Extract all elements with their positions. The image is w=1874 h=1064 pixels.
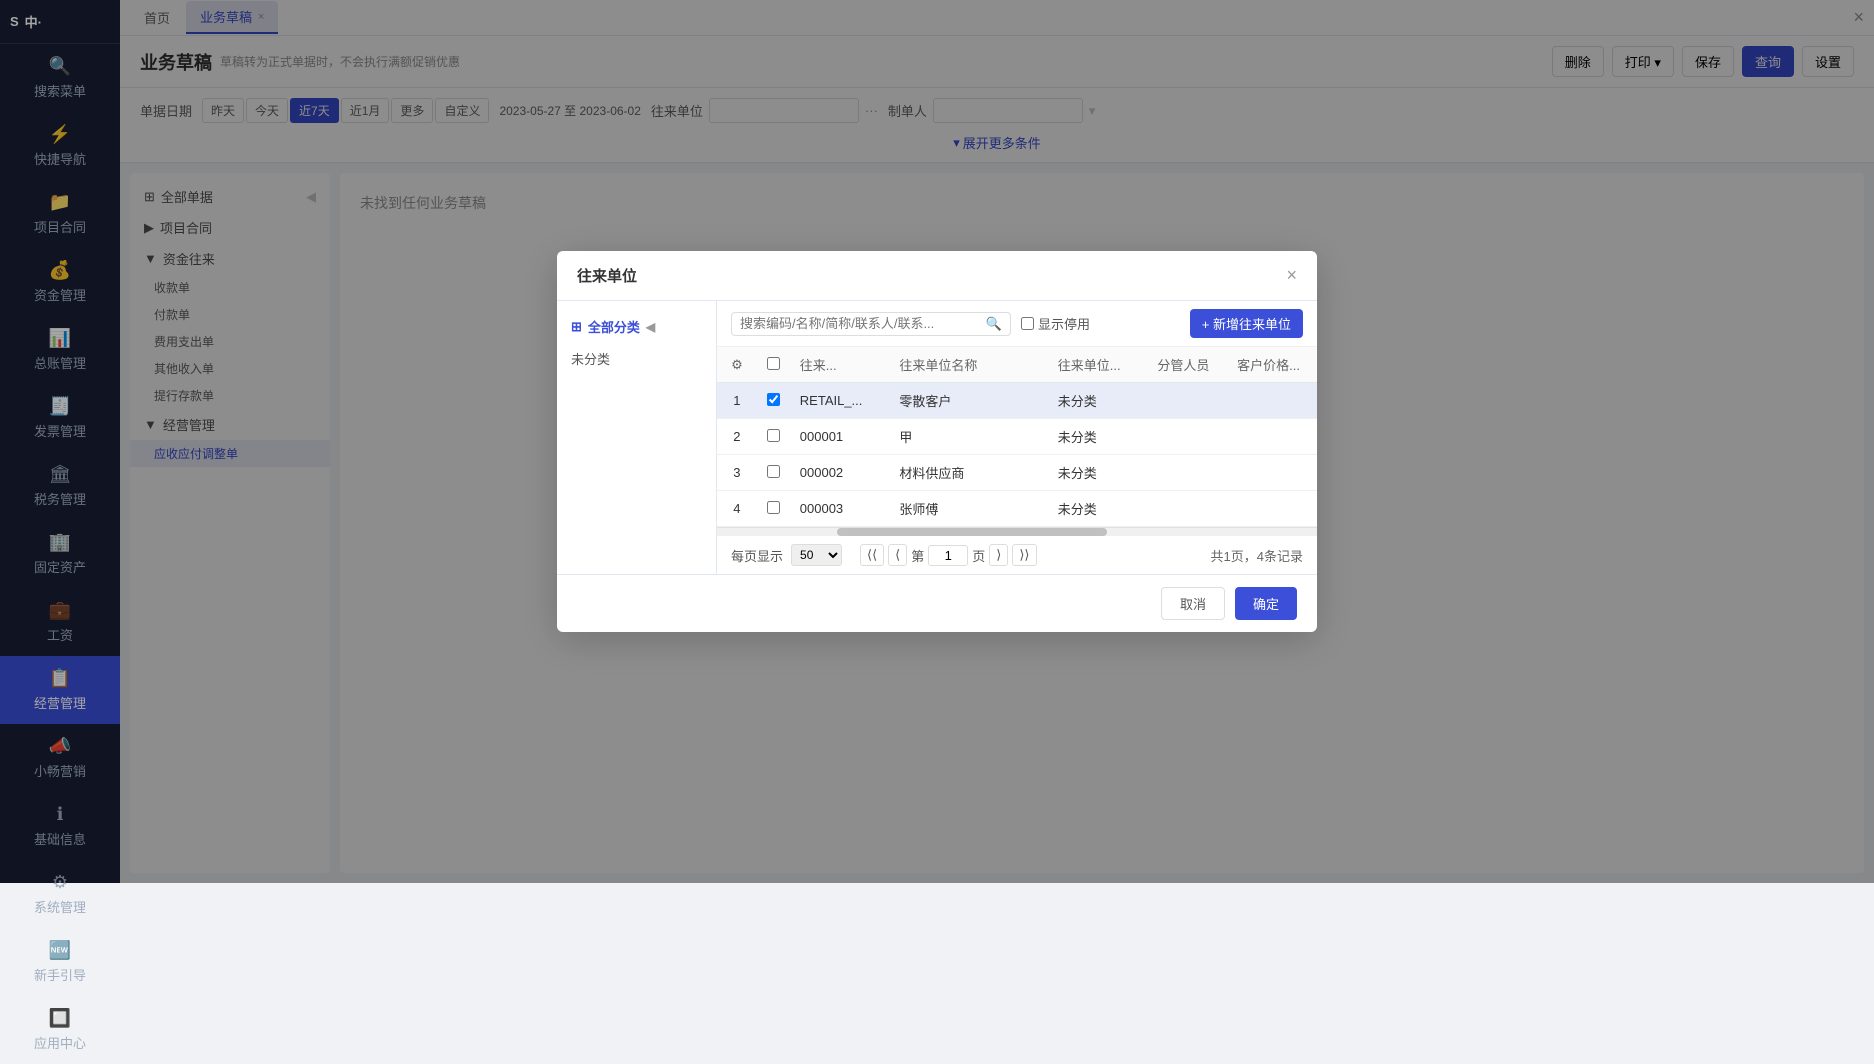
col-header-category: 往来单位...	[1048, 347, 1148, 383]
page-last-btn[interactable]: ⟩⟩	[1012, 544, 1036, 566]
col-header-code: 往来...	[790, 347, 890, 383]
row-no: 1	[717, 383, 757, 419]
row-code: 000002	[790, 455, 890, 491]
settings-icon[interactable]: ⚙	[731, 357, 743, 372]
row-code: 000003	[790, 491, 890, 527]
collapse-left-icon[interactable]: ◀	[646, 320, 655, 334]
page-nav: ⟨⟨ ⟨ 第 页 ⟩ ⟩⟩	[860, 544, 1037, 566]
row-category: 未分类	[1048, 455, 1148, 491]
modal-actions: 取消 确定	[557, 574, 1317, 632]
cancel-button[interactable]: 取消	[1161, 587, 1225, 620]
modal-left-header[interactable]: ⊞ 全部分类 ◀	[557, 311, 716, 342]
search-input[interactable]	[740, 316, 980, 331]
row-code: RETAIL_...	[790, 383, 890, 419]
col-header-check	[757, 347, 790, 383]
col-header-settings: ⚙	[717, 347, 757, 383]
sidebar-item-label: 新手引导	[34, 965, 86, 984]
row-price	[1227, 419, 1317, 455]
table-row[interactable]: 2 000001 甲 未分类	[717, 419, 1317, 455]
per-page-label: 每页显示	[731, 546, 783, 565]
table-row[interactable]: 4 000003 张师傅 未分类	[717, 491, 1317, 527]
grid-icon2: ⊞	[571, 319, 582, 335]
modal-body: ⊞ 全部分类 ◀ 未分类 🔍 显示停用	[557, 301, 1317, 574]
row-no: 4	[717, 491, 757, 527]
scrollbar-thumb[interactable]	[837, 528, 1107, 536]
sidebar-item-guide[interactable]: 🆕 新手引导	[0, 928, 120, 996]
row-person	[1147, 491, 1227, 527]
modal-table: ⚙ 往来... 往来单位名称	[717, 347, 1317, 527]
row-check[interactable]	[757, 491, 790, 527]
confirm-button[interactable]: 确定	[1235, 587, 1297, 620]
add-partner-button[interactable]: + 新增往来单位	[1190, 309, 1303, 338]
modal-left-uncategorized[interactable]: 未分类	[557, 342, 716, 375]
row-price	[1227, 383, 1317, 419]
row-person	[1147, 455, 1227, 491]
row-no: 2	[717, 419, 757, 455]
col-header-price: 客户价格...	[1227, 347, 1317, 383]
per-page-select[interactable]: 50 100	[791, 544, 842, 566]
row-person	[1147, 383, 1227, 419]
modal-left-panel: ⊞ 全部分类 ◀ 未分类	[557, 301, 717, 574]
table-scrollbar[interactable]	[717, 527, 1317, 535]
select-all-checkbox[interactable]	[767, 357, 780, 370]
page-prev-btn[interactable]: ⟨	[888, 544, 907, 566]
row-code: 000001	[790, 419, 890, 455]
sidebar-item-label: 系统管理	[34, 897, 86, 916]
modal-right-panel: 🔍 显示停用 + 新增往来单位	[717, 301, 1317, 574]
search-box[interactable]: 🔍	[731, 312, 1011, 336]
modal-overlay: 往来单位 × ⊞ 全部分类 ◀ 未分类	[0, 0, 1874, 883]
page-unit: 页	[972, 546, 985, 565]
row-name: 零散客户	[889, 383, 1047, 419]
row-check[interactable]	[757, 419, 790, 455]
modal-header: 往来单位 ×	[557, 251, 1317, 301]
page-total: 共1页，4条记录	[1211, 546, 1303, 565]
row-person	[1147, 419, 1227, 455]
page-label: 第	[911, 546, 924, 565]
modal-title: 往来单位	[577, 265, 637, 286]
row-name: 材料供应商	[889, 455, 1047, 491]
modal-toolbar: 🔍 显示停用 + 新增往来单位	[717, 301, 1317, 347]
table-header-row: ⚙ 往来... 往来单位名称	[717, 347, 1317, 383]
page-first-btn[interactable]: ⟨⟨	[860, 544, 884, 566]
row-category: 未分类	[1048, 419, 1148, 455]
show-disabled-checkbox[interactable]: 显示停用	[1021, 314, 1090, 333]
table-row[interactable]: 1 RETAIL_... 零散客户 未分类	[717, 383, 1317, 419]
row-no: 3	[717, 455, 757, 491]
col-header-person: 分管人员	[1147, 347, 1227, 383]
row-price	[1227, 491, 1317, 527]
row-category: 未分类	[1048, 491, 1148, 527]
modal-pagination: 每页显示 50 100 ⟨⟨ ⟨ 第 页 ⟩ ⟩⟩ 共1页，4条记录	[717, 535, 1317, 574]
row-name: 甲	[889, 419, 1047, 455]
page-number-input[interactable]	[928, 545, 968, 566]
table-row[interactable]: 3 000002 材料供应商 未分类	[717, 455, 1317, 491]
col-header-name: 往来单位名称	[889, 347, 1047, 383]
apps-icon: 🔲	[49, 1008, 71, 1029]
sidebar-item-label: 应用中心	[34, 1033, 86, 1052]
partner-table: ⚙ 往来... 往来单位名称	[717, 347, 1317, 527]
guide-icon: 🆕	[49, 940, 71, 961]
search-icon2: 🔍	[986, 316, 1002, 332]
partner-table-body: 1 RETAIL_... 零散客户 未分类 2 000001 甲 未分类 3 0…	[717, 383, 1317, 527]
row-check[interactable]	[757, 383, 790, 419]
row-price	[1227, 455, 1317, 491]
modal-close-button[interactable]: ×	[1286, 265, 1297, 286]
row-category: 未分类	[1048, 383, 1148, 419]
row-check[interactable]	[757, 455, 790, 491]
sidebar-item-apps[interactable]: 🔲 应用中心	[0, 996, 120, 1064]
partner-modal: 往来单位 × ⊞ 全部分类 ◀ 未分类	[557, 251, 1317, 632]
page-next-btn[interactable]: ⟩	[989, 544, 1008, 566]
show-disabled-input[interactable]	[1021, 317, 1034, 330]
row-name: 张师傅	[889, 491, 1047, 527]
